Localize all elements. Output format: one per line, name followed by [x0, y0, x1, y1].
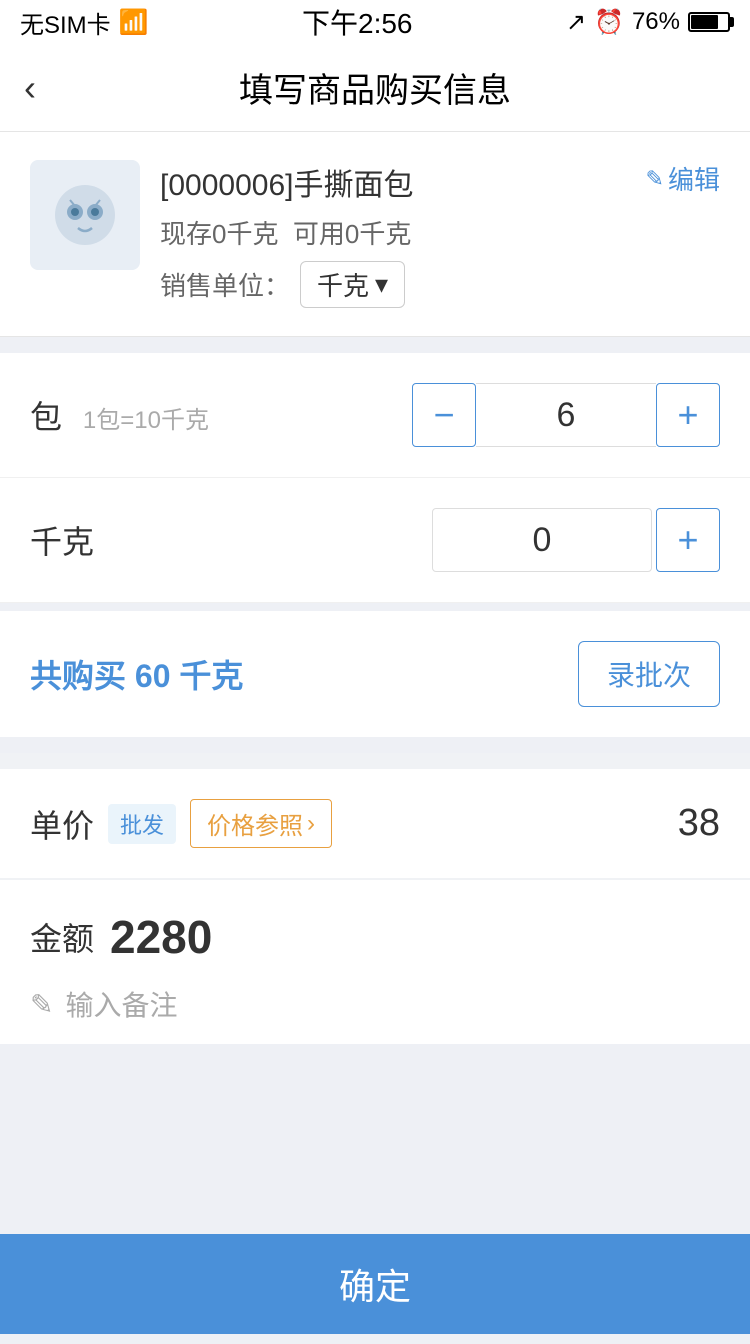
battery-percent: 76% — [632, 8, 680, 36]
product-card: [0000006]手撕面包 ✎ 编辑 现存0千克 可用0千克 销售单位： 千克 … — [0, 132, 750, 337]
package-row: 包 1包=10千克 − + — [0, 353, 750, 478]
amount-row: 金额 2280 — [30, 910, 720, 964]
price-value: 38 — [678, 802, 720, 845]
back-button[interactable]: ‹ — [24, 67, 36, 109]
package-quantity-control: − + — [412, 383, 720, 447]
status-time: 下午2:56 — [302, 2, 413, 42]
kilogram-label: 千克 — [30, 517, 432, 563]
kilogram-quantity-input[interactable] — [432, 508, 652, 572]
alarm-icon: ⏰ — [594, 8, 624, 37]
status-bar: 无SIM卡 📶 下午2:56 ↗ ⏰ 76% — [0, 0, 750, 44]
note-placeholder: 输入备注 — [65, 984, 177, 1024]
price-reference-button[interactable]: 价格参照 › — [190, 799, 332, 848]
package-hint: 1包=10千克 — [83, 407, 209, 434]
amount-value: 2280 — [110, 910, 212, 964]
package-quantity-input[interactable] — [476, 383, 656, 447]
quantity-section: 包 1包=10千克 − + 千克 + — [0, 353, 750, 603]
section-separator-1 — [0, 337, 750, 353]
nav-bar: ‹ 填写商品购买信息 — [0, 44, 750, 132]
product-unit-row: 销售单位： 千克 ▾ — [160, 261, 720, 308]
status-right: ↗ ⏰ 76% — [566, 8, 730, 37]
kilogram-row: 千克 + — [0, 478, 750, 603]
chevron-down-icon: ▾ — [375, 269, 388, 300]
package-increment-button[interactable]: + — [656, 383, 720, 447]
confirm-button[interactable]: 确定 — [0, 1234, 750, 1334]
total-text: 共购买 60 千克 — [30, 651, 243, 697]
price-label: 单价 — [30, 801, 94, 847]
wifi-icon: 📶 — [119, 8, 149, 37]
product-stock: 现存0千克 可用0千克 — [160, 214, 720, 251]
product-name: [0000006]手撕面包 — [160, 160, 413, 204]
note-row[interactable]: ✎ 输入备注 — [30, 984, 720, 1024]
kilogram-quantity-control: + — [432, 508, 720, 572]
pencil-icon: ✎ — [30, 988, 53, 1021]
kilogram-increment-button[interactable]: + — [656, 508, 720, 572]
package-label: 包 1包=10千克 — [30, 392, 412, 438]
product-top-row: [0000006]手撕面包 ✎ 编辑 — [160, 160, 720, 214]
price-section: 单价 批发 价格参照 › 38 — [0, 769, 750, 878]
chevron-right-icon: › — [307, 810, 315, 838]
location-icon: ↗ — [566, 8, 586, 37]
carrier-text: 无SIM卡 — [20, 5, 111, 40]
package-decrement-button[interactable]: − — [412, 383, 476, 447]
total-row: 共购买 60 千克 录批次 — [0, 603, 750, 737]
battery-icon — [688, 12, 730, 32]
price-label-row: 单价 批发 价格参照 › — [30, 799, 332, 848]
record-batch-button[interactable]: 录批次 — [578, 641, 720, 707]
edit-button[interactable]: ✎ 编辑 — [646, 160, 720, 197]
unit-selector[interactable]: 千克 ▾ — [300, 261, 405, 308]
amount-section: 金额 2280 ✎ 输入备注 — [0, 880, 750, 1044]
product-info: [0000006]手撕面包 ✎ 编辑 现存0千克 可用0千克 销售单位： 千克 … — [160, 160, 720, 308]
amount-label: 金额 — [30, 914, 94, 960]
page-title: 填写商品购买信息 — [239, 63, 511, 112]
price-type-tag: 批发 — [108, 804, 176, 844]
section-separator-2 — [0, 737, 750, 753]
product-image — [30, 160, 140, 270]
total-amount: 60 — [135, 658, 171, 694]
status-left: 无SIM卡 📶 — [20, 5, 149, 40]
